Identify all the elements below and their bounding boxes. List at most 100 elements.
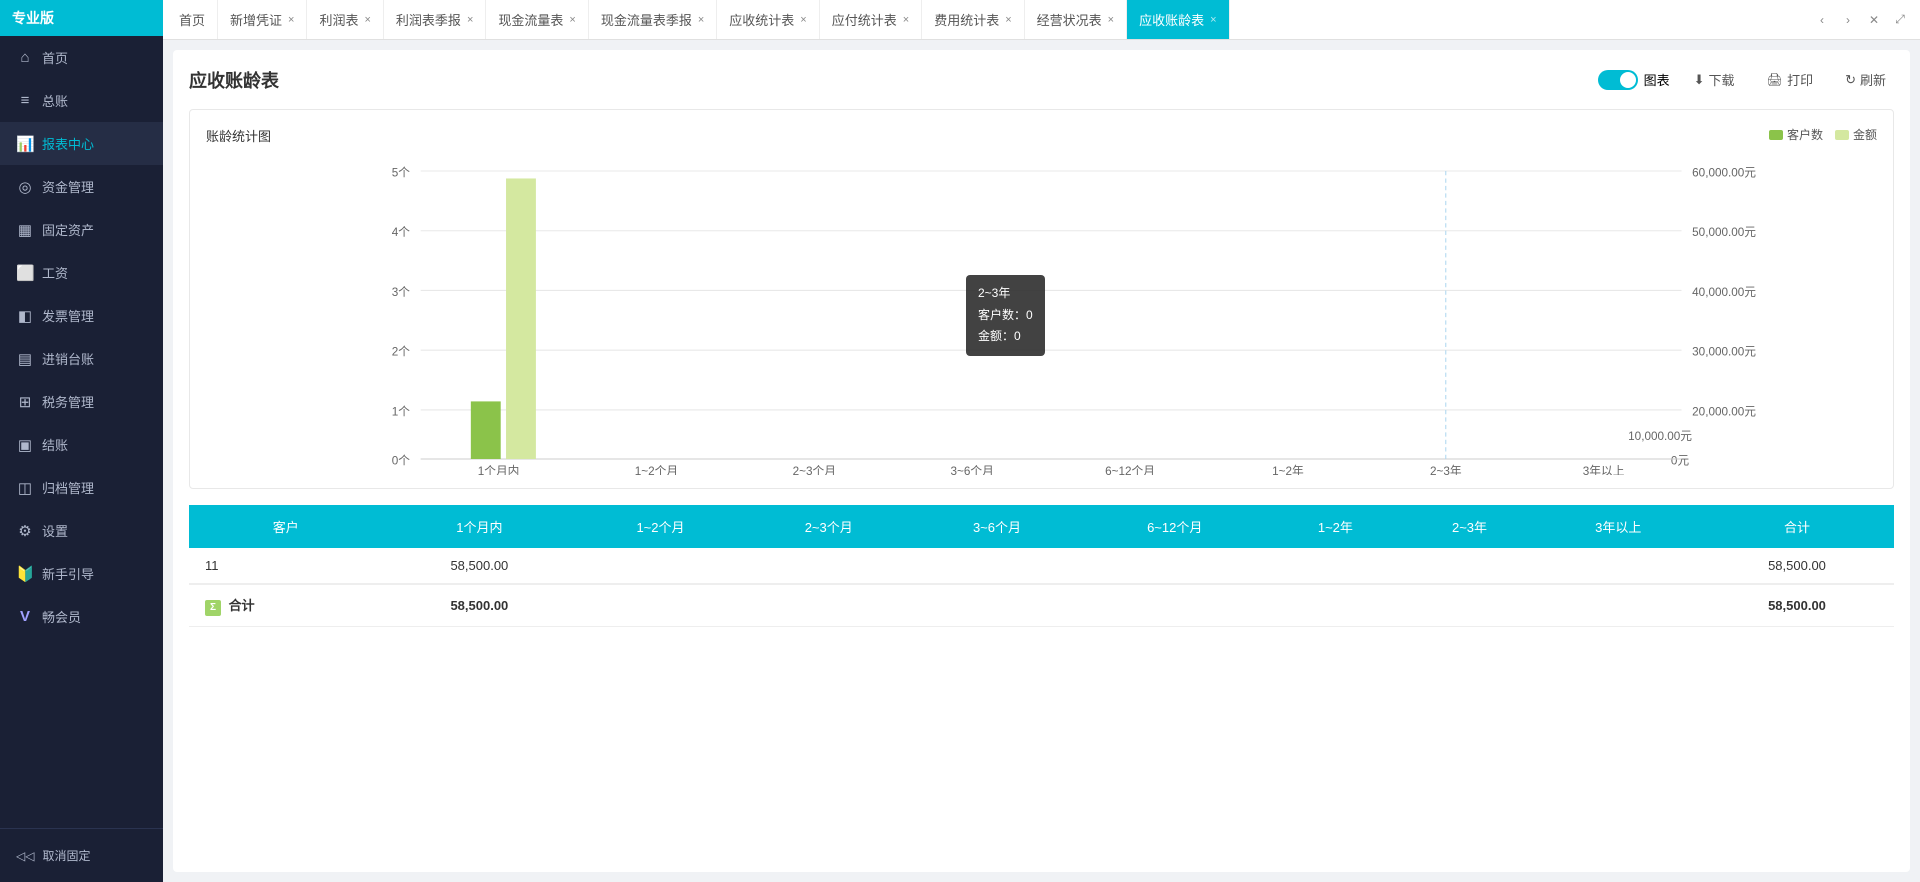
- refresh-button[interactable]: ↻ 刷新: [1837, 66, 1894, 93]
- sidebar-item-fund[interactable]: ◎ 资金管理: [0, 165, 163, 208]
- page-title: 应收账龄表: [189, 67, 279, 93]
- total-1-2y: [1268, 584, 1402, 626]
- col-6-12mo: 6~12个月: [1081, 505, 1268, 548]
- tab-home[interactable]: 首页: [167, 0, 218, 40]
- sidebar-item-label: 报表中心: [42, 134, 94, 153]
- sidebar-item-guide[interactable]: 🔰 新手引导: [0, 552, 163, 595]
- tab-expense-stat[interactable]: 费用统计表 ×: [922, 0, 1024, 40]
- tab-scroll-right[interactable]: ›: [1836, 8, 1860, 32]
- tab-cashflow-quarter-close[interactable]: ×: [698, 14, 704, 26]
- sidebar-item-asset[interactable]: ▦ 固定资产: [0, 208, 163, 251]
- tab-receivable-stat-close[interactable]: ×: [800, 14, 806, 26]
- table-header-row: 客户 1个月内 1~2个月 2~3个月 3~6个月 6~12个月 1~2年 2~…: [189, 505, 1894, 548]
- guide-icon: 🔰: [16, 565, 34, 583]
- tab-voucher[interactable]: 新增凭证 ×: [218, 0, 307, 40]
- svg-text:0元: 0元: [1671, 454, 1690, 467]
- tab-expense-stat-close[interactable]: ×: [1005, 14, 1011, 26]
- sidebar-item-report[interactable]: 📊 报表中心: [0, 122, 163, 165]
- row-1mo: 58,500.00: [382, 548, 576, 584]
- tab-payable-stat[interactable]: 应付统计表 ×: [820, 0, 922, 40]
- svg-text:0个: 0个: [392, 454, 411, 467]
- sidebar-item-vip[interactable]: V 畅会员: [0, 595, 163, 638]
- tab-aging[interactable]: 应收账龄表 ×: [1127, 0, 1229, 40]
- svg-text:1个: 1个: [392, 405, 411, 418]
- chart-legend: 客户数 金额: [1769, 126, 1877, 143]
- col-total: 合计: [1700, 505, 1894, 548]
- total-label: Σ 合计: [189, 584, 382, 626]
- tab-receivable-stat[interactable]: 应收统计表 ×: [717, 0, 819, 40]
- sidebar-item-inventory[interactable]: ▤ 进销台账: [0, 337, 163, 380]
- tab-voucher-label: 新增凭证: [230, 10, 282, 29]
- print-icon: 🖨: [1767, 72, 1784, 88]
- sidebar-item-archive[interactable]: ◫ 归档管理: [0, 466, 163, 509]
- print-button[interactable]: 🖨 打印: [1759, 66, 1822, 93]
- page-header: 应收账龄表 图表 ⬇ 下载 🖨 打印 ↻ 刷新: [189, 66, 1894, 93]
- download-button[interactable]: ⬇ 下载: [1686, 66, 1743, 93]
- print-label: 打印: [1787, 70, 1813, 89]
- tab-cashflow-close[interactable]: ×: [569, 14, 575, 26]
- sidebar-item-ledger[interactable]: ≡ 总账: [0, 79, 163, 122]
- total-3-6mo: [913, 584, 1081, 626]
- sidebar-item-tax[interactable]: ⊞ 税务管理: [0, 380, 163, 423]
- svg-text:1~2年: 1~2年: [1272, 464, 1304, 475]
- tab-profit-quarter-close[interactable]: ×: [467, 14, 473, 26]
- download-label: 下载: [1709, 70, 1735, 89]
- sidebar-item-salary[interactable]: ⬜ 工资: [0, 251, 163, 294]
- vip-icon: V: [16, 608, 34, 625]
- tab-operation[interactable]: 经营状况表 ×: [1025, 0, 1127, 40]
- tab-payable-stat-label: 应付统计表: [832, 10, 897, 29]
- tab-operation-close[interactable]: ×: [1108, 14, 1114, 26]
- tab-voucher-close[interactable]: ×: [288, 14, 294, 26]
- tab-operation-label: 经营状况表: [1037, 10, 1102, 29]
- total-total: 58,500.00: [1700, 584, 1894, 626]
- tab-cashflow-label: 现金流量表: [498, 10, 563, 29]
- invoice-icon: ◧: [16, 307, 34, 325]
- tab-scroll-left[interactable]: ‹: [1810, 8, 1834, 32]
- legend-customer: 客户数: [1769, 126, 1823, 143]
- col-customer: 客户: [189, 505, 382, 548]
- tab-aging-label: 应收账龄表: [1139, 10, 1204, 29]
- sidebar-bottom: ◁◁ 取消固定: [0, 828, 163, 882]
- row-6-12mo: [1081, 548, 1268, 584]
- row-2-3mo: [745, 548, 913, 584]
- salary-icon: ⬜: [16, 264, 34, 282]
- tab-receivable-stat-label: 应收统计表: [729, 10, 794, 29]
- sidebar-item-settings[interactable]: ⚙ 设置: [0, 509, 163, 552]
- chart-toggle[interactable]: [1598, 70, 1638, 90]
- sidebar-item-home[interactable]: ⌂ 首页: [0, 36, 163, 79]
- sidebar-item-label: 归档管理: [42, 478, 94, 497]
- tab-bar: 首页 新增凭证 × 利润表 × 利润表季报 × 现金流量表 × 现金流量表季报 …: [163, 0, 1920, 40]
- total-1mo: 58,500.00: [382, 584, 576, 626]
- tab-cashflow-quarter[interactable]: 现金流量表季报 ×: [589, 0, 717, 40]
- tab-cashflow-quarter-label: 现金流量表季报: [601, 10, 692, 29]
- tax-icon: ⊞: [16, 393, 34, 411]
- tab-payable-stat-close[interactable]: ×: [903, 14, 909, 26]
- sidebar-item-label: 固定资产: [42, 220, 94, 239]
- tab-close-all[interactable]: ✕: [1862, 8, 1886, 32]
- svg-text:60,000.00元: 60,000.00元: [1692, 166, 1756, 179]
- sidebar-item-label: 发票管理: [42, 306, 94, 325]
- sidebar-item-label: 工资: [42, 263, 68, 282]
- tab-cashflow[interactable]: 现金流量表 ×: [486, 0, 588, 40]
- bar-1mo-amount: [506, 178, 536, 459]
- tab-profit-close[interactable]: ×: [364, 14, 370, 26]
- tab-aging-close[interactable]: ×: [1210, 14, 1216, 26]
- tab-home-label: 首页: [179, 10, 205, 29]
- ledger-icon: ≡: [16, 92, 34, 109]
- aging-table: 客户 1个月内 1~2个月 2~3个月 3~6个月 6~12个月 1~2年 2~…: [189, 505, 1894, 627]
- chart-svg: 5个 4个 3个 2个 1个 0个 60,000.00元 50,000.00元 …: [206, 155, 1877, 475]
- sidebar-item-label: 进销台账: [42, 349, 94, 368]
- sidebar-item-closing[interactable]: ▣ 结账: [0, 423, 163, 466]
- row-3-6mo: [913, 548, 1081, 584]
- tab-maximize[interactable]: ⤢: [1888, 8, 1912, 32]
- sidebar-item-label: 资金管理: [42, 177, 94, 196]
- legend-customer-color: [1769, 130, 1783, 140]
- sidebar-item-invoice[interactable]: ◧ 发票管理: [0, 294, 163, 337]
- tab-profit[interactable]: 利润表 ×: [307, 0, 383, 40]
- unpin-icon: ◁◁: [16, 849, 34, 863]
- row-customer: 11: [189, 548, 382, 584]
- unpin-button[interactable]: ◁◁ 取消固定: [0, 839, 163, 872]
- tab-profit-quarter[interactable]: 利润表季报 ×: [384, 0, 486, 40]
- total-icon: Σ: [205, 600, 221, 616]
- sidebar-item-label: 设置: [42, 521, 68, 540]
